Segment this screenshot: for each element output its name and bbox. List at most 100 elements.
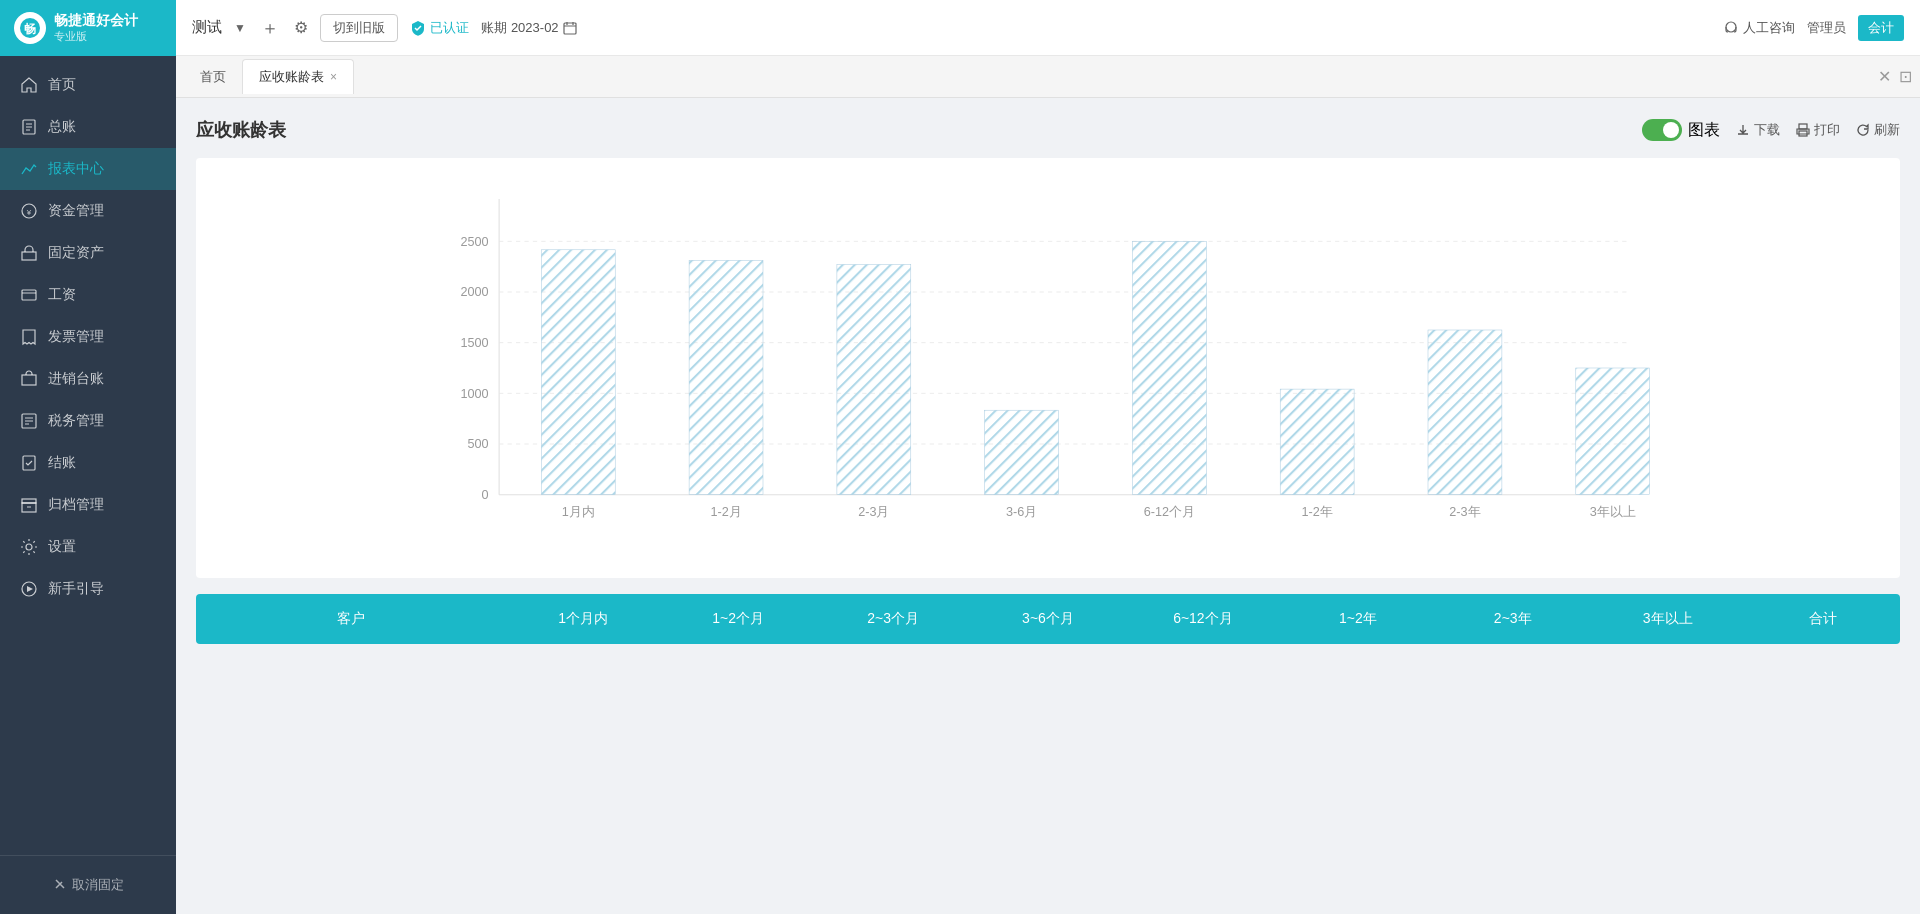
- manager-label: 管理员: [1807, 19, 1846, 37]
- sidebar-item-home[interactable]: 首页: [0, 64, 176, 106]
- download-icon: [1736, 123, 1750, 137]
- assets-icon: [20, 244, 38, 262]
- sidebar-item-invoice[interactable]: 发票管理: [0, 316, 176, 358]
- svg-rect-18: [22, 499, 36, 503]
- svg-text:3-6月: 3-6月: [1006, 505, 1037, 519]
- consult-button[interactable]: 人工咨询: [1723, 19, 1795, 37]
- bar-chart: 0 500 1000 1500 2000 2500 1月内: [216, 178, 1880, 558]
- sidebar-item-ledger[interactable]: 总账: [0, 106, 176, 148]
- print-icon: [1796, 123, 1810, 137]
- window-controls: ✕ ⊡: [1878, 67, 1912, 86]
- svg-rect-48: [837, 265, 911, 495]
- svg-text:1-2年: 1-2年: [1302, 505, 1333, 519]
- svg-point-20: [26, 544, 32, 550]
- sidebar: 畅 畅捷通好会计 专业版 首页 总账 报: [0, 0, 176, 914]
- svg-text:1500: 1500: [460, 336, 488, 350]
- settings-button[interactable]: ⚙: [294, 18, 308, 37]
- refresh-button[interactable]: 刷新: [1856, 121, 1900, 139]
- inventory-icon: [20, 370, 38, 388]
- role-badge[interactable]: 会计: [1858, 15, 1904, 41]
- tabbar: 首页 应收账龄表 × ✕ ⊡: [176, 56, 1920, 98]
- th-3plus-year: 3年以上: [1590, 594, 1745, 644]
- svg-text:1-2月: 1-2月: [710, 505, 741, 519]
- page-content: 应收账龄表 图表 下载: [176, 98, 1920, 914]
- th-1month: 1个月内: [506, 594, 661, 644]
- add-button[interactable]: ＋: [258, 16, 282, 40]
- svg-text:3年以上: 3年以上: [1590, 505, 1636, 519]
- th-2-3month: 2~3个月: [816, 594, 971, 644]
- svg-rect-44: [541, 250, 615, 495]
- workspace-dropdown[interactable]: ▼: [234, 21, 246, 35]
- th-total: 合计: [1745, 594, 1900, 644]
- svg-rect-9: [22, 290, 36, 300]
- sidebar-item-funds[interactable]: ¥ 资金管理: [0, 190, 176, 232]
- ledger-icon: [20, 118, 38, 136]
- svg-rect-46: [689, 260, 763, 494]
- svg-text:6-12个月: 6-12个月: [1144, 505, 1195, 519]
- sidebar-nav: 首页 总账 报表中心 ¥ 资金管理: [0, 56, 176, 855]
- logo-icon: 畅: [14, 12, 46, 44]
- svg-text:0: 0: [482, 488, 489, 502]
- main-area: 测试 ▼ ＋ ⚙ 切到旧版 已认证 账期 2023-02: [176, 0, 1920, 914]
- sidebar-item-inventory[interactable]: 进销台账: [0, 358, 176, 400]
- invoice-icon: [20, 328, 38, 346]
- cancel-fixed-button[interactable]: 取消固定: [0, 866, 176, 904]
- funds-icon: ¥: [20, 202, 38, 220]
- svg-text:2-3月: 2-3月: [858, 505, 889, 519]
- download-button[interactable]: 下载: [1736, 121, 1780, 139]
- tab-close-button[interactable]: ×: [330, 70, 337, 84]
- svg-text:500: 500: [467, 437, 488, 451]
- chart-toggle-label: 图表: [1688, 120, 1720, 141]
- page-header: 应收账龄表 图表 下载: [196, 118, 1900, 142]
- th-customer: 客户: [196, 594, 506, 644]
- sidebar-item-settings[interactable]: 设置: [0, 526, 176, 568]
- print-button[interactable]: 打印: [1796, 121, 1840, 139]
- sidebar-item-assets[interactable]: 固定资产: [0, 232, 176, 274]
- expand-window-button[interactable]: ⊡: [1899, 67, 1912, 86]
- sidebar-item-tax[interactable]: 税务管理: [0, 400, 176, 442]
- tab-ar-aging[interactable]: 应收账龄表 ×: [242, 59, 354, 94]
- svg-rect-28: [1799, 124, 1807, 129]
- home-icon: [20, 76, 38, 94]
- svg-rect-23: [564, 23, 576, 34]
- chart-toggle[interactable]: [1642, 119, 1682, 141]
- app-logo: 畅 畅捷通好会计 专业版: [0, 0, 176, 56]
- shield-icon: [410, 20, 426, 36]
- tab-home[interactable]: 首页: [184, 60, 242, 94]
- calendar-icon[interactable]: [563, 21, 577, 35]
- reports-icon: [20, 160, 38, 178]
- svg-rect-16: [23, 456, 35, 470]
- svg-text:2000: 2000: [460, 285, 488, 299]
- sidebar-footer: 取消固定: [0, 855, 176, 914]
- svg-text:1000: 1000: [460, 387, 488, 401]
- page-title: 应收账龄表: [196, 118, 286, 142]
- archive-icon: [20, 496, 38, 514]
- switch-old-button[interactable]: 切到旧版: [320, 14, 398, 42]
- certified-badge: 已认证: [410, 19, 469, 37]
- svg-rect-50: [985, 410, 1059, 494]
- sidebar-item-salary[interactable]: 工资: [0, 274, 176, 316]
- table-header: 客户 1个月内 1~2个月 2~3个月 3~6个月 6~12个月 1~2年 2~…: [196, 594, 1900, 644]
- refresh-icon: [1856, 123, 1870, 137]
- svg-text:2500: 2500: [460, 235, 488, 249]
- close-books-icon: [20, 454, 38, 472]
- th-3-6month: 3~6个月: [971, 594, 1126, 644]
- sidebar-item-close[interactable]: 结账: [0, 442, 176, 484]
- svg-point-27: [1726, 22, 1736, 32]
- headphone-icon: [1723, 20, 1739, 36]
- sidebar-item-archive[interactable]: 归档管理: [0, 484, 176, 526]
- svg-rect-56: [1428, 330, 1502, 495]
- th-1-2year: 1~2年: [1280, 594, 1435, 644]
- content-area: 首页 应收账龄表 × ✕ ⊡ 应收账龄表 图表: [176, 56, 1920, 914]
- close-window-button[interactable]: ✕: [1878, 67, 1891, 86]
- svg-rect-52: [1132, 241, 1206, 494]
- app-name: 畅捷通好会计: [54, 12, 138, 29]
- th-1-2month: 1~2个月: [661, 594, 816, 644]
- sidebar-item-guide[interactable]: 新手引导: [0, 568, 176, 610]
- svg-text:2-3年: 2-3年: [1449, 505, 1480, 519]
- svg-rect-8: [22, 252, 36, 260]
- svg-text:畅: 畅: [24, 22, 36, 36]
- guide-icon: [20, 580, 38, 598]
- sidebar-item-reports[interactable]: 报表中心: [0, 148, 176, 190]
- settings-icon: [20, 538, 38, 556]
